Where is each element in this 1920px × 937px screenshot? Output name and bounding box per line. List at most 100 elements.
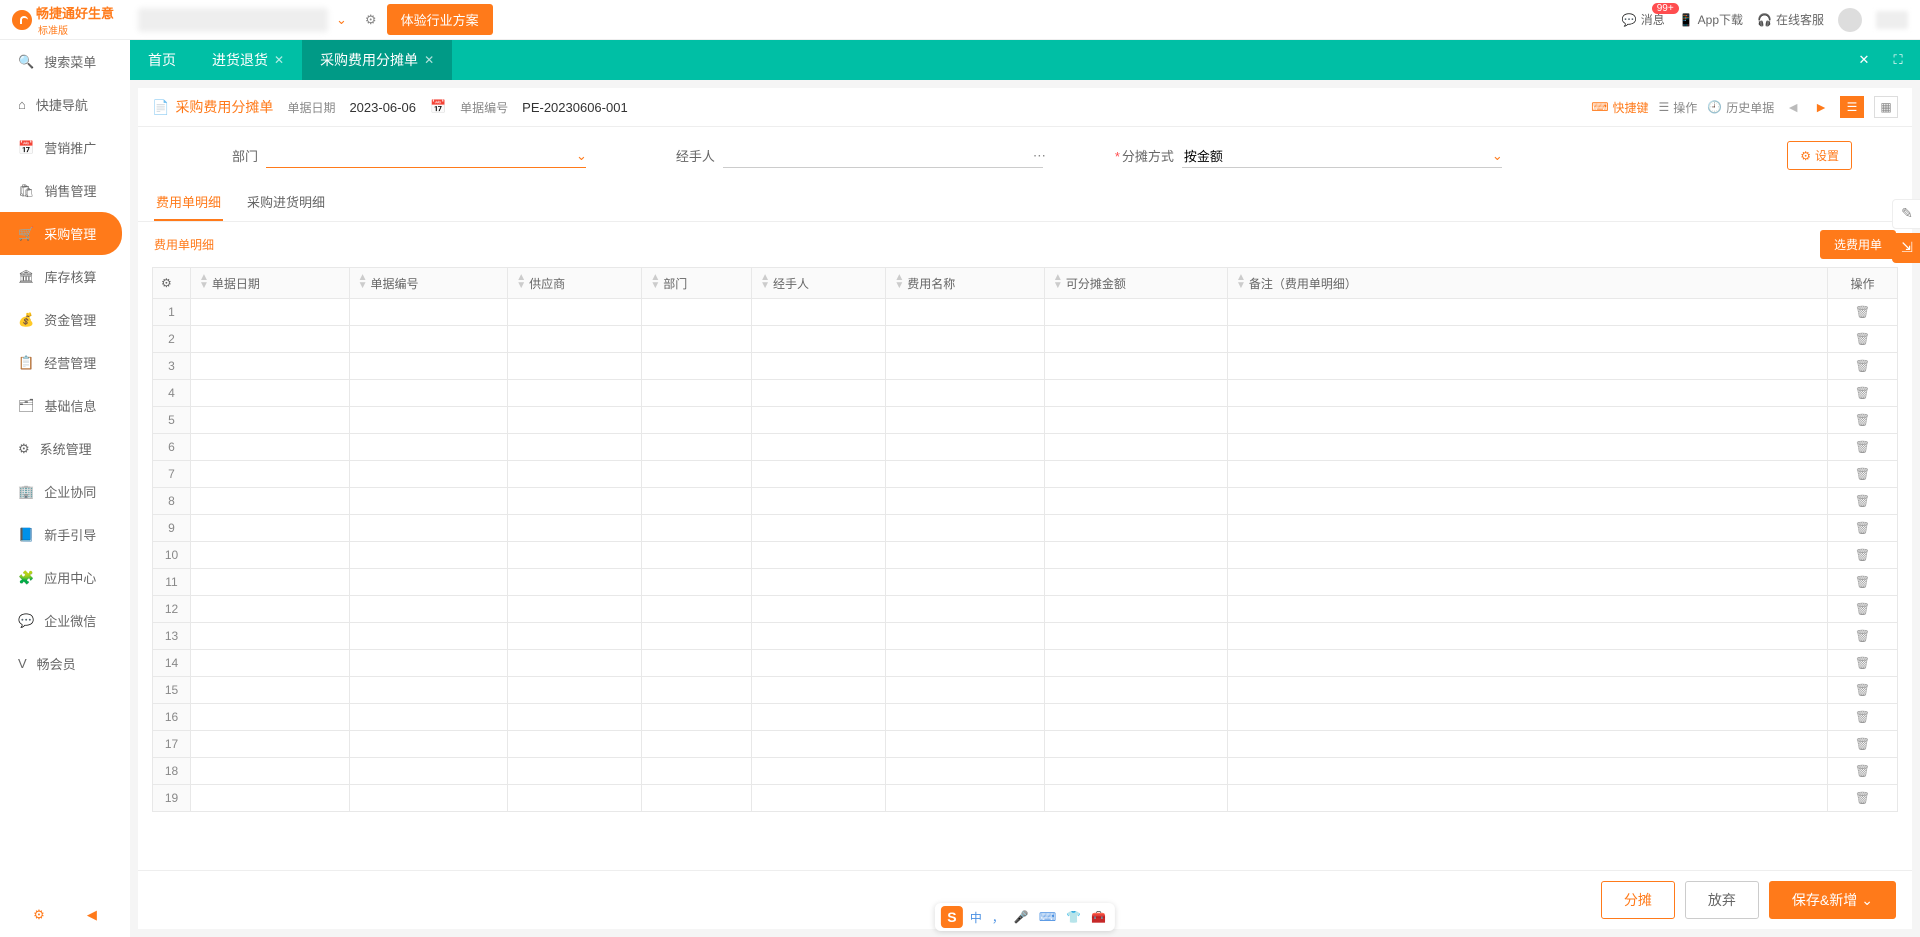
- sidebar-item-4[interactable]: 🛒采购管理: [0, 212, 122, 255]
- collapse-icon[interactable]: ◀: [87, 907, 97, 923]
- delete-icon[interactable]: 🗑: [1855, 521, 1870, 535]
- delete-icon[interactable]: 🗑: [1855, 332, 1870, 346]
- delete-icon[interactable]: 🗑: [1855, 386, 1870, 400]
- col-fee-name[interactable]: ▲▼费用名称: [886, 268, 1045, 299]
- delete-icon[interactable]: 🗑: [1855, 440, 1870, 454]
- ime-toolbox-icon[interactable]: 🧰: [1088, 910, 1109, 924]
- table-row[interactable]: 6🗑: [153, 434, 1898, 461]
- table-row[interactable]: 14🗑: [153, 650, 1898, 677]
- handler-input[interactable]: [723, 144, 1043, 168]
- sidebar-item-1[interactable]: ⌂快捷导航: [0, 83, 130, 126]
- delete-icon[interactable]: 🗑: [1855, 548, 1870, 562]
- save-add-button[interactable]: 保存&新增⌄: [1769, 881, 1896, 919]
- select-fee-button[interactable]: 选费用单: [1820, 230, 1896, 259]
- delete-icon[interactable]: 🗑: [1855, 710, 1870, 724]
- avatar[interactable]: [1838, 8, 1862, 32]
- operations-link[interactable]: ☰操作: [1659, 99, 1698, 116]
- col-date[interactable]: ▲▼单据日期: [191, 268, 350, 299]
- table-row[interactable]: 3🗑: [153, 353, 1898, 380]
- settings-button[interactable]: ⚙设置: [1787, 141, 1852, 170]
- sidebar-item-5[interactable]: 🏛库存核算: [0, 255, 130, 298]
- col-remark[interactable]: ▲▼备注（费用单明细）: [1228, 268, 1828, 299]
- date-value[interactable]: 2023-06-06: [349, 100, 416, 115]
- sidebar-item-12[interactable]: 🧩应用中心: [0, 556, 130, 599]
- delete-icon[interactable]: 🗑: [1855, 494, 1870, 508]
- delete-icon[interactable]: 🗑: [1855, 764, 1870, 778]
- ime-lang[interactable]: 中: [967, 909, 985, 926]
- method-input[interactable]: [1182, 144, 1502, 168]
- table-row[interactable]: 12🗑: [153, 596, 1898, 623]
- table-row[interactable]: 2🗑: [153, 326, 1898, 353]
- delete-icon[interactable]: 🗑: [1855, 683, 1870, 697]
- calendar-icon[interactable]: 📅: [430, 99, 446, 115]
- table-row[interactable]: 10🗑: [153, 542, 1898, 569]
- table-row[interactable]: 1🗑: [153, 299, 1898, 326]
- ime-keyboard-icon[interactable]: ⌨: [1036, 910, 1059, 924]
- col-dept[interactable]: ▲▼部门: [642, 268, 752, 299]
- table-row[interactable]: 16🗑: [153, 704, 1898, 731]
- delete-icon[interactable]: 🗑: [1855, 629, 1870, 643]
- col-no[interactable]: ▲▼单据编号: [349, 268, 508, 299]
- close-all-tabs-icon[interactable]: ✕: [1850, 46, 1878, 74]
- edit-tool-icon[interactable]: ✎: [1892, 199, 1920, 229]
- list-view-toggle[interactable]: ☰: [1840, 96, 1864, 118]
- prev-arrow-icon[interactable]: ◄: [1784, 99, 1802, 115]
- next-arrow-icon[interactable]: ►: [1812, 99, 1830, 115]
- message-button[interactable]: 💬 消息 99+: [1622, 11, 1665, 28]
- delete-icon[interactable]: 🗑: [1855, 305, 1870, 319]
- chevron-down-icon[interactable]: ⌄: [576, 148, 587, 164]
- table-row[interactable]: 11🗑: [153, 569, 1898, 596]
- ime-punct-icon[interactable]: ，: [989, 909, 1007, 926]
- ime-bar[interactable]: S 中 ， 🎤 ⌨ 👕 🧰: [935, 903, 1115, 931]
- sidebar-item-13[interactable]: 💬企业微信: [0, 599, 130, 642]
- sidebar-item-14[interactable]: V畅会员: [0, 642, 130, 685]
- sidebar-item-11[interactable]: 📘新手引导: [0, 513, 130, 556]
- delete-icon[interactable]: 🗑: [1855, 602, 1870, 616]
- delete-icon[interactable]: 🗑: [1855, 467, 1870, 481]
- sidebar-item-3[interactable]: 🛍销售管理: [0, 169, 130, 212]
- tab-0[interactable]: 首页: [130, 40, 194, 80]
- delete-icon[interactable]: 🗑: [1855, 656, 1870, 670]
- tab-purchase-detail[interactable]: 采购进货明细: [245, 184, 327, 221]
- sidebar-item-10[interactable]: 🏢企业协同: [0, 470, 130, 513]
- fullscreen-icon[interactable]: ⛶: [1884, 46, 1912, 74]
- ime-mic-icon[interactable]: 🎤: [1011, 910, 1032, 924]
- experience-industry-button[interactable]: 体验行业方案: [387, 4, 493, 35]
- sidebar-item-7[interactable]: 📋经营管理: [0, 341, 130, 384]
- col-settings[interactable]: ⚙: [153, 268, 191, 299]
- delete-icon[interactable]: 🗑: [1855, 737, 1870, 751]
- col-supplier[interactable]: ▲▼供应商: [508, 268, 642, 299]
- table-row[interactable]: 13🗑: [153, 623, 1898, 650]
- table-row[interactable]: 4🗑: [153, 380, 1898, 407]
- allocate-button[interactable]: 分摊: [1601, 881, 1675, 919]
- dept-input[interactable]: [266, 144, 586, 168]
- table-row[interactable]: 9🗑: [153, 515, 1898, 542]
- sidebar-item-0[interactable]: 🔍搜索菜单: [0, 40, 130, 83]
- online-service-button[interactable]: 🎧 在线客服: [1757, 11, 1824, 28]
- shortcut-link[interactable]: ⌨快捷键: [1591, 99, 1648, 116]
- sidebar-item-2[interactable]: 📅营销推广: [0, 126, 130, 169]
- chevron-down-icon[interactable]: ⌄: [1492, 148, 1503, 164]
- col-handler[interactable]: ▲▼经手人: [752, 268, 886, 299]
- table-row[interactable]: 15🗑: [153, 677, 1898, 704]
- history-link[interactable]: 🕘历史单据: [1707, 99, 1774, 116]
- table-row[interactable]: 19🗑: [153, 785, 1898, 812]
- delete-icon[interactable]: 🗑: [1855, 359, 1870, 373]
- table-row[interactable]: 5🗑: [153, 407, 1898, 434]
- abandon-button[interactable]: 放弃: [1685, 881, 1759, 919]
- tab-1[interactable]: 进货退货✕: [194, 40, 302, 80]
- col-amount[interactable]: ▲▼可分摊金额: [1044, 268, 1227, 299]
- sidebar-item-9[interactable]: ⚙系统管理: [0, 427, 130, 470]
- more-icon[interactable]: ⋯: [1033, 148, 1046, 164]
- tab-fee-detail[interactable]: 费用单明细: [154, 184, 223, 221]
- delete-icon[interactable]: 🗑: [1855, 413, 1870, 427]
- company-dropdown-blur[interactable]: [138, 8, 328, 32]
- expand-tool-icon[interactable]: ⇲: [1892, 233, 1920, 263]
- table-row[interactable]: 8🗑: [153, 488, 1898, 515]
- close-icon[interactable]: ✕: [274, 53, 284, 67]
- delete-icon[interactable]: 🗑: [1855, 791, 1870, 805]
- table-row[interactable]: 17🗑: [153, 731, 1898, 758]
- gear-icon[interactable]: ⚙: [365, 12, 377, 28]
- delete-icon[interactable]: 🗑: [1855, 575, 1870, 589]
- chevron-down-icon[interactable]: ⌄: [336, 12, 347, 28]
